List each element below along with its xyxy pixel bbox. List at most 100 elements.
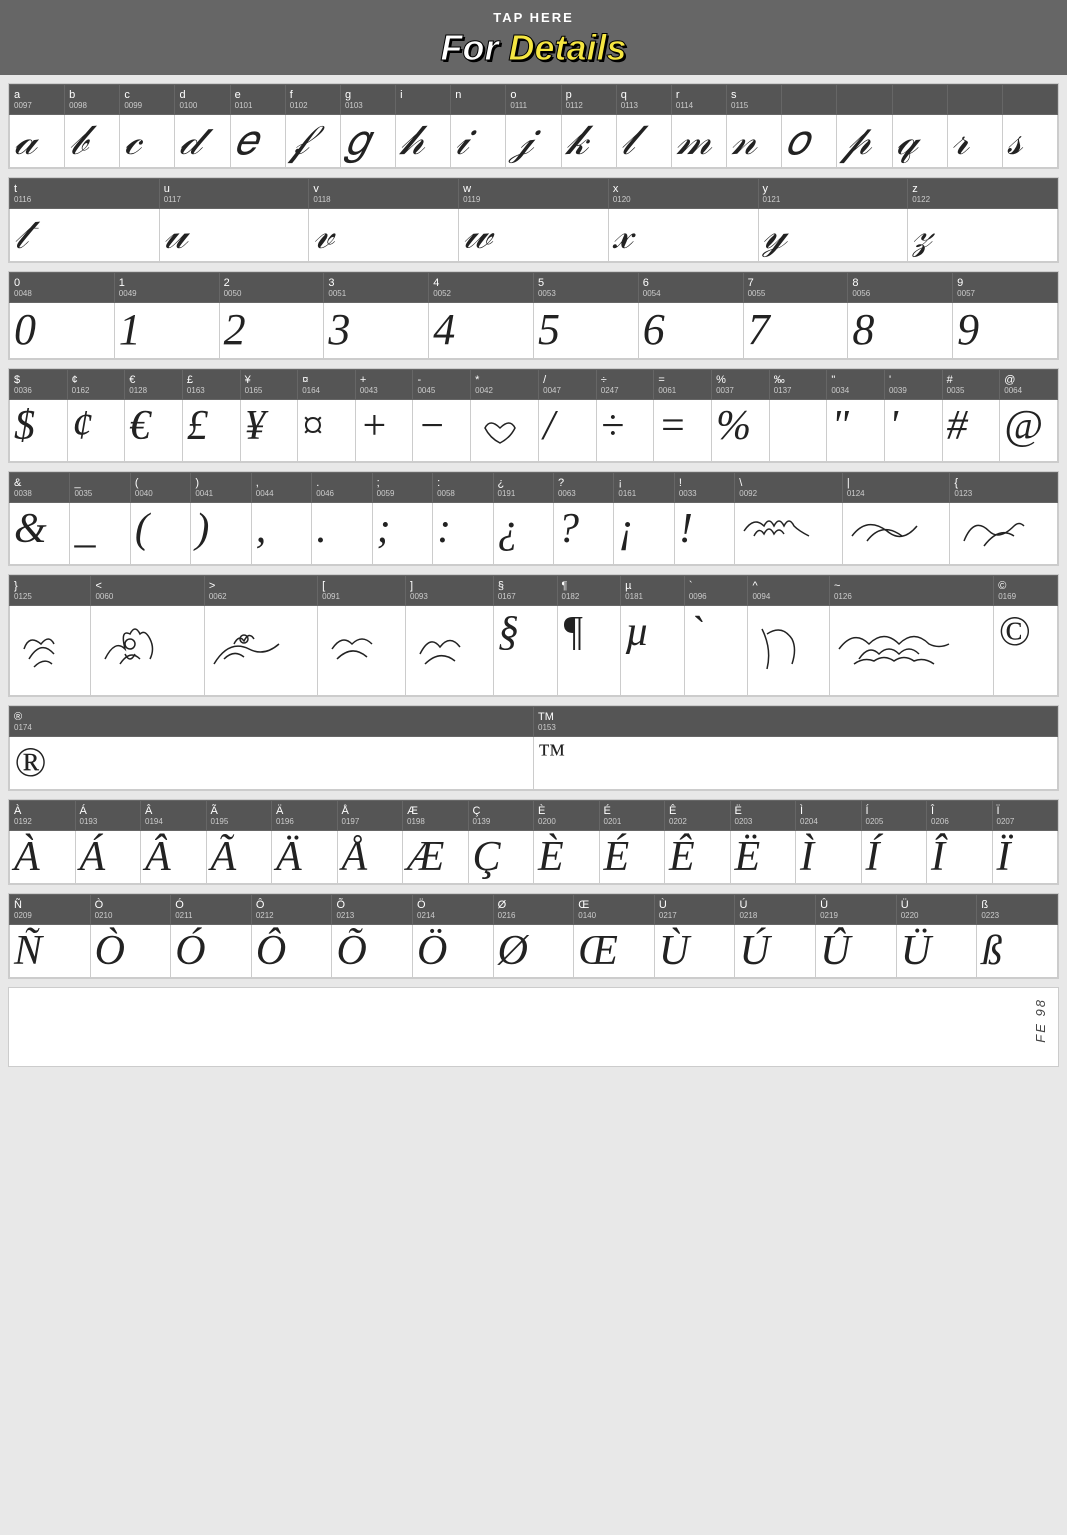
g-section: §	[493, 605, 557, 695]
g-registered: ®	[10, 736, 534, 789]
header-cell: a0097	[10, 85, 65, 115]
g-Ucirc: Û	[816, 925, 897, 978]
hc-egrave: È0200	[534, 800, 600, 830]
hc-amp: &0038	[10, 472, 70, 502]
lowercase-section: a0097 b0098 c0099 d0100 e0101 f0102 g010…	[8, 83, 1059, 169]
header-cell: g0103	[340, 85, 395, 115]
glyph-cell-m: 𝓂	[671, 115, 726, 168]
glyph-cell-1: 1	[114, 303, 219, 358]
g-slash: /	[539, 399, 597, 461]
header-cell-3: 30051	[324, 273, 429, 303]
g-copyright: ©	[994, 605, 1058, 695]
header-cell-2: 20050	[219, 273, 324, 303]
header-cell: n	[451, 85, 506, 115]
hc-pipe: |0124	[842, 472, 950, 502]
glyph-cell-q: 𝓆	[892, 115, 947, 168]
header-cell: r0114	[671, 85, 726, 115]
hc-plus: +0043	[355, 369, 413, 399]
hc-eacute: É0201	[599, 800, 665, 830]
hc-lt: <0060	[91, 575, 204, 605]
g-Auml: Ä	[272, 830, 338, 883]
g-Oacute: Ó	[171, 925, 252, 978]
hc-oacute: Ó0211	[171, 895, 252, 925]
hc-ouml: Ö0214	[413, 895, 494, 925]
g-iexcl: ¡	[614, 502, 674, 564]
hc-igrave: Ì0204	[796, 800, 862, 830]
g-Euml: Ë	[730, 830, 796, 883]
hc-uuml: Ü0220	[896, 895, 977, 925]
glyph-cell-l: 𝓁	[616, 115, 671, 168]
g-Ocirc: Ô	[251, 925, 332, 978]
hc-uacute: Ú0218	[735, 895, 816, 925]
hc-lparen: (0040	[130, 472, 190, 502]
hc-aacute: Á0193	[75, 800, 141, 830]
g-AE: Æ	[403, 830, 469, 883]
symbols2-header-row: &0038 _0035 (0040 )0041 ,0044 .0046 ;005…	[10, 472, 1058, 502]
g-Aacute: Á	[75, 830, 141, 883]
g-Ouml: Ö	[413, 925, 494, 978]
header-cell-y: y0121	[758, 179, 908, 209]
glyph-cell-7: 7	[743, 303, 848, 358]
hc-iexcl: ¡0161	[614, 472, 674, 502]
g-question: ?	[553, 502, 613, 564]
g-Agrave: À	[10, 830, 76, 883]
glyph-cell-3: 3	[324, 303, 429, 358]
hc-copy: ©0169	[994, 575, 1058, 605]
g-swash7	[318, 605, 406, 695]
g-Ecirc: Ê	[665, 830, 731, 883]
header-cell-8: 80056	[848, 273, 953, 303]
hc-ae: Æ0198	[403, 800, 469, 830]
symbols1-section: $0036 ¢0162 €0128 £0163 ¥0165 ¤0164 +004…	[8, 368, 1059, 463]
hc-dquote: "0034	[827, 369, 885, 399]
header-cell-5: 50053	[533, 273, 638, 303]
g-divide: ÷	[596, 399, 654, 461]
hc-szlig: ß0223	[977, 895, 1058, 925]
header-cell: i	[396, 85, 451, 115]
g-Icirc: Î	[927, 830, 993, 883]
glyph-cell-p: 𝓅	[837, 115, 892, 168]
header-cell-0: 00048	[10, 273, 115, 303]
glyph-cell-z: 𝓏	[908, 209, 1058, 262]
g-amp: &	[10, 502, 70, 564]
g-colon: :	[433, 502, 493, 564]
g-szlig: ß	[977, 925, 1058, 978]
g-Uuml: Ü	[896, 925, 977, 978]
g-Ccedil: Ç	[468, 830, 534, 883]
glyph-cell-w: 𝓌	[459, 209, 609, 262]
glyph-cell-f: 𝒻	[285, 115, 340, 168]
hc-rparen: )0041	[191, 472, 251, 502]
header-cell-1: 10049	[114, 273, 219, 303]
g-swash8	[406, 605, 494, 695]
g-dollar: $	[10, 399, 68, 461]
glyph-cell-u: 𝓊	[159, 209, 309, 262]
g-OE: Œ	[574, 925, 655, 978]
symbols1-glyph-row: $ ¢ € £ ¥ ¤ + − / ÷ = % " ' # @	[10, 399, 1058, 461]
tap-banner[interactable]: TAP HERE For Details	[0, 0, 1067, 75]
numbers-header-row: 00048 10049 20050 30051 40052 50053 6005…	[10, 273, 1058, 303]
hc-euro: €0128	[125, 369, 183, 399]
hc-ucirc: Û0219	[816, 895, 897, 925]
fe98-label: FE 98	[1033, 998, 1048, 1043]
g-cent: ¢	[67, 399, 125, 461]
g-micro: µ	[621, 605, 685, 695]
numbers-table: 00048 10049 20050 30051 40052 50053 6005…	[9, 272, 1058, 358]
glyph-cell-e: 𝑒	[230, 115, 285, 168]
symbols2-section: &0038 _0035 (0040 )0041 ,0044 .0046 ;005…	[8, 471, 1059, 566]
header-cell	[947, 85, 1002, 115]
hc-percent: %0037	[712, 369, 770, 399]
registered-section: ®0174 TM0153 ® ™	[8, 705, 1059, 791]
g-currency: ¤	[298, 399, 356, 461]
header-cell-4: 40052	[429, 273, 534, 303]
hc-currency: ¤0164	[298, 369, 356, 399]
hc-pilcrow: ¶0182	[557, 575, 621, 605]
glyph-cell-8: 8	[848, 303, 953, 358]
hc-period: .0046	[312, 472, 372, 502]
numbers-section: 00048 10049 20050 30051 40052 50053 6005…	[8, 271, 1059, 359]
hc-dollar: $0036	[10, 369, 68, 399]
glyph-cell-6: 6	[638, 303, 743, 358]
g-comma: ,	[251, 502, 311, 564]
glyph-cell-0: 0	[10, 303, 115, 358]
hc-oe: Œ0140	[574, 895, 655, 925]
glyph-cell-b: 𝒷	[65, 115, 120, 168]
glyph-cell-o: 𝑜	[782, 115, 837, 168]
